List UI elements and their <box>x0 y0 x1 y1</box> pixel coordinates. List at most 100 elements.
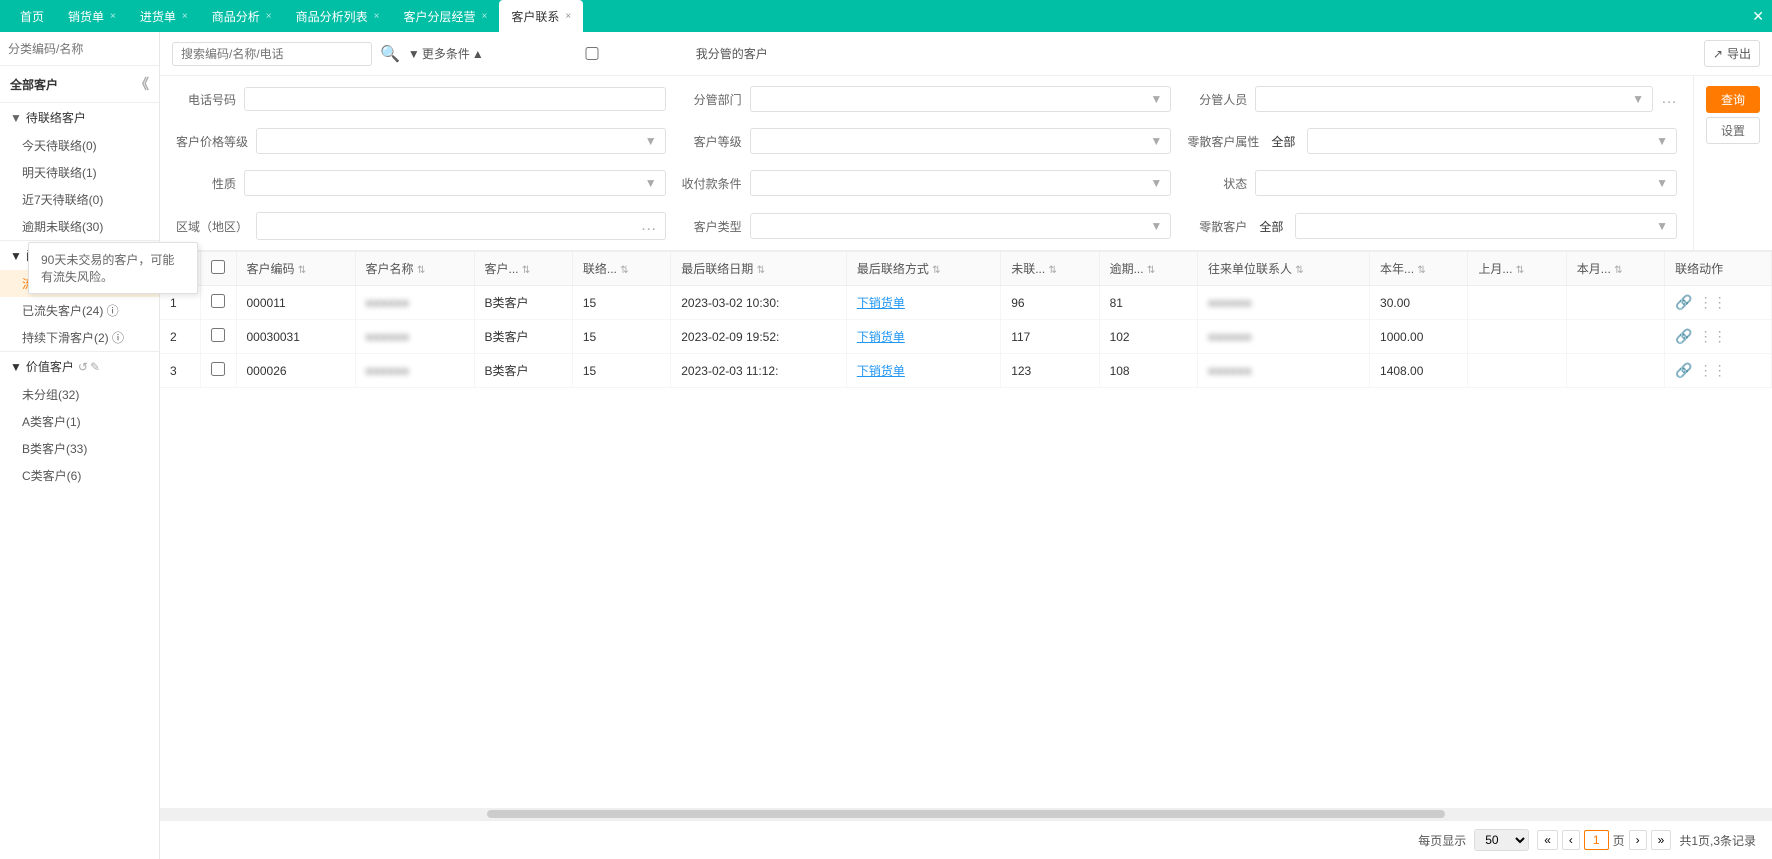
select-all-checkbox[interactable] <box>211 260 225 274</box>
tab-sales-order[interactable]: 销货单 × <box>56 0 128 32</box>
cell-checkbox-1[interactable] <box>200 320 236 354</box>
row-checkbox-0[interactable] <box>211 294 225 308</box>
cell-way-1[interactable]: 下销货单 <box>846 320 1000 354</box>
cell-way-0[interactable]: 下销货单 <box>846 286 1000 320</box>
region-more[interactable]: … <box>641 217 657 235</box>
filter-input-phone[interactable] <box>244 87 666 111</box>
tab-close-tier[interactable]: × <box>481 11 487 22</box>
last-page-btn[interactable]: » <box>1651 830 1672 850</box>
tab-close-contact[interactable]: × <box>565 11 571 22</box>
cell-checkbox-0[interactable] <box>200 286 236 320</box>
filter-select-zero-sales[interactable]: ▼ <box>1295 213 1677 239</box>
tab-close-purchase[interactable]: × <box>182 11 188 22</box>
th-contact[interactable]: 联络... ⇅ <box>572 252 670 286</box>
query-button[interactable]: 查询 <box>1706 86 1760 113</box>
sidebar-item-b-class[interactable]: B类客户(33) <box>0 435 159 462</box>
cell-way-2[interactable]: 下销货单 <box>846 354 1000 388</box>
sort-icon-date[interactable]: ⇅ <box>757 265 765 276</box>
search-input[interactable] <box>172 42 372 66</box>
filter-select-price-level[interactable]: ▼ <box>256 128 666 154</box>
sort-icon-year[interactable]: ⇅ <box>1417 265 1425 276</box>
th-unlink[interactable]: 未联... ⇅ <box>1001 252 1099 286</box>
sort-icon-type[interactable]: ⇅ <box>522 265 530 276</box>
sidebar-item-churned[interactable]: 已流失客户(24) ⓘ <box>0 297 159 324</box>
sidebar-item-today[interactable]: 今天待联络(0) <box>0 132 159 159</box>
sort-icon-person[interactable]: ⇅ <box>1295 265 1303 276</box>
action-menu-icon-0[interactable]: ⋮⋮ <box>1699 294 1727 311</box>
filter-select-division-person[interactable]: ▼ <box>1255 86 1653 112</box>
tab-close-analysis-list[interactable]: × <box>374 11 380 22</box>
th-this-month[interactable]: 本月... ⇅ <box>1566 252 1664 286</box>
sort-icon-unlink[interactable]: ⇅ <box>1049 265 1057 276</box>
sort-icon-code[interactable]: ⇅ <box>298 265 306 276</box>
export-button[interactable]: ↗ 导出 <box>1704 40 1760 67</box>
action-menu-icon-1[interactable]: ⋮⋮ <box>1699 328 1727 345</box>
filter-select-customer-type[interactable]: ▼ <box>750 213 1172 239</box>
search-button[interactable]: 🔍 <box>380 44 400 64</box>
filter-select-payment[interactable]: ▼ <box>750 170 1172 196</box>
tab-home[interactable]: 首页 <box>8 8 56 25</box>
my-customers-checkbox[interactable] <box>492 47 692 60</box>
filter-select-division-dept[interactable]: ▼ <box>750 86 1172 112</box>
tab-close-sales[interactable]: × <box>110 11 116 22</box>
tab-product-analysis[interactable]: 商品分析 × <box>200 0 284 32</box>
th-code[interactable]: 客户编码 ⇅ <box>236 252 355 286</box>
action-link-icon-0[interactable]: 🔗 <box>1675 294 1692 311</box>
horizontal-scrollbar[interactable] <box>160 808 1772 820</box>
scrollbar-thumb[interactable] <box>487 810 1445 818</box>
sidebar-item-ungrouped[interactable]: 未分组(32) <box>0 381 159 408</box>
cell-action-0[interactable]: 🔗 ⋮⋮ <box>1665 286 1772 320</box>
filter-select-nature[interactable]: ▼ <box>244 170 666 196</box>
prev-page-btn[interactable]: ‹ <box>1562 830 1580 850</box>
th-last-way[interactable]: 最后联络方式 ⇅ <box>846 252 1000 286</box>
cell-checkbox-2[interactable] <box>200 354 236 388</box>
th-this-year[interactable]: 本年... ⇅ <box>1370 252 1468 286</box>
tab-purchase-order[interactable]: 进货单 × <box>128 0 200 32</box>
division-person-more[interactable]: … <box>1661 90 1677 108</box>
tab-customer-tier[interactable]: 客户分层经营 × <box>391 0 499 32</box>
th-last-date[interactable]: 最后联络日期 ⇅ <box>671 252 847 286</box>
first-page-btn[interactable]: « <box>1537 830 1558 850</box>
filter-settings-button[interactable]: 设置 <box>1706 117 1760 144</box>
sidebar-value-add-icon[interactable]: ✎ <box>90 360 100 374</box>
sort-icon-month[interactable]: ⇅ <box>1614 265 1622 276</box>
action-menu-icon-2[interactable]: ⋮⋮ <box>1699 362 1727 379</box>
action-link-icon-1[interactable]: 🔗 <box>1675 328 1692 345</box>
sort-icon-contact[interactable]: ⇅ <box>620 265 628 276</box>
th-name[interactable]: 客户名称 ⇅ <box>355 252 474 286</box>
next-page-btn[interactable]: › <box>1629 830 1647 850</box>
sort-icon-name[interactable]: ⇅ <box>417 265 425 276</box>
sidebar-item-c-class[interactable]: C类客户(6) <box>0 462 159 489</box>
tab-product-analysis-list[interactable]: 商品分析列表 × <box>284 0 392 32</box>
page-size-select[interactable]: 50 100 200 <box>1474 829 1529 851</box>
th-contact-person[interactable]: 往来单位联系人 ⇅ <box>1197 252 1369 286</box>
current-page-btn[interactable]: 1 <box>1584 830 1609 850</box>
th-overdue[interactable]: 逾期... ⇅ <box>1099 252 1197 286</box>
action-link-icon-2[interactable]: 🔗 <box>1675 362 1692 379</box>
sidebar-item-tomorrow[interactable]: 明天待联络(1) <box>0 159 159 186</box>
sidebar-group-pending[interactable]: ▼ 待联络客户 <box>0 103 159 132</box>
sidebar-item-7days[interactable]: 近7天待联络(0) <box>0 186 159 213</box>
cell-action-1[interactable]: 🔗 ⋮⋮ <box>1665 320 1772 354</box>
sidebar-item-declining[interactable]: 持续下滑客户(2) ⓘ <box>0 324 159 351</box>
my-customers-checkbox-label[interactable]: 我分管的客户 <box>492 45 768 62</box>
close-all-tabs[interactable]: ✕ <box>1752 8 1764 25</box>
sort-icon-lmonth[interactable]: ⇅ <box>1516 265 1524 276</box>
sidebar-item-a-class[interactable]: A类客户(1) <box>0 408 159 435</box>
th-last-month[interactable]: 上月... ⇅ <box>1468 252 1566 286</box>
row-checkbox-2[interactable] <box>211 362 225 376</box>
sidebar-group-value[interactable]: ▼ 价值客户 ↺ ✎ <box>0 351 159 381</box>
filter-select-status[interactable]: ▼ <box>1255 170 1677 196</box>
sort-icon-overdue[interactable]: ⇅ <box>1147 265 1155 276</box>
sidebar-search-input[interactable] <box>8 42 160 56</box>
tab-close-analysis[interactable]: × <box>266 11 272 22</box>
sidebar-value-edit-icon[interactable]: ↺ <box>78 360 88 374</box>
more-conditions-toggle[interactable]: ▼ 更多条件 ▲ <box>408 45 484 62</box>
filter-select-region[interactable]: … <box>256 212 666 240</box>
filter-select-zero-sales-attr[interactable]: ▼ <box>1307 128 1677 154</box>
tab-customer-contact[interactable]: 客户联系 × <box>499 0 583 32</box>
th-type[interactable]: 客户... ⇅ <box>474 252 572 286</box>
filter-select-customer-level[interactable]: ▼ <box>750 128 1172 154</box>
sidebar-item-overdue[interactable]: 逾期未联络(30) <box>0 213 159 240</box>
sort-icon-way[interactable]: ⇅ <box>932 265 940 276</box>
